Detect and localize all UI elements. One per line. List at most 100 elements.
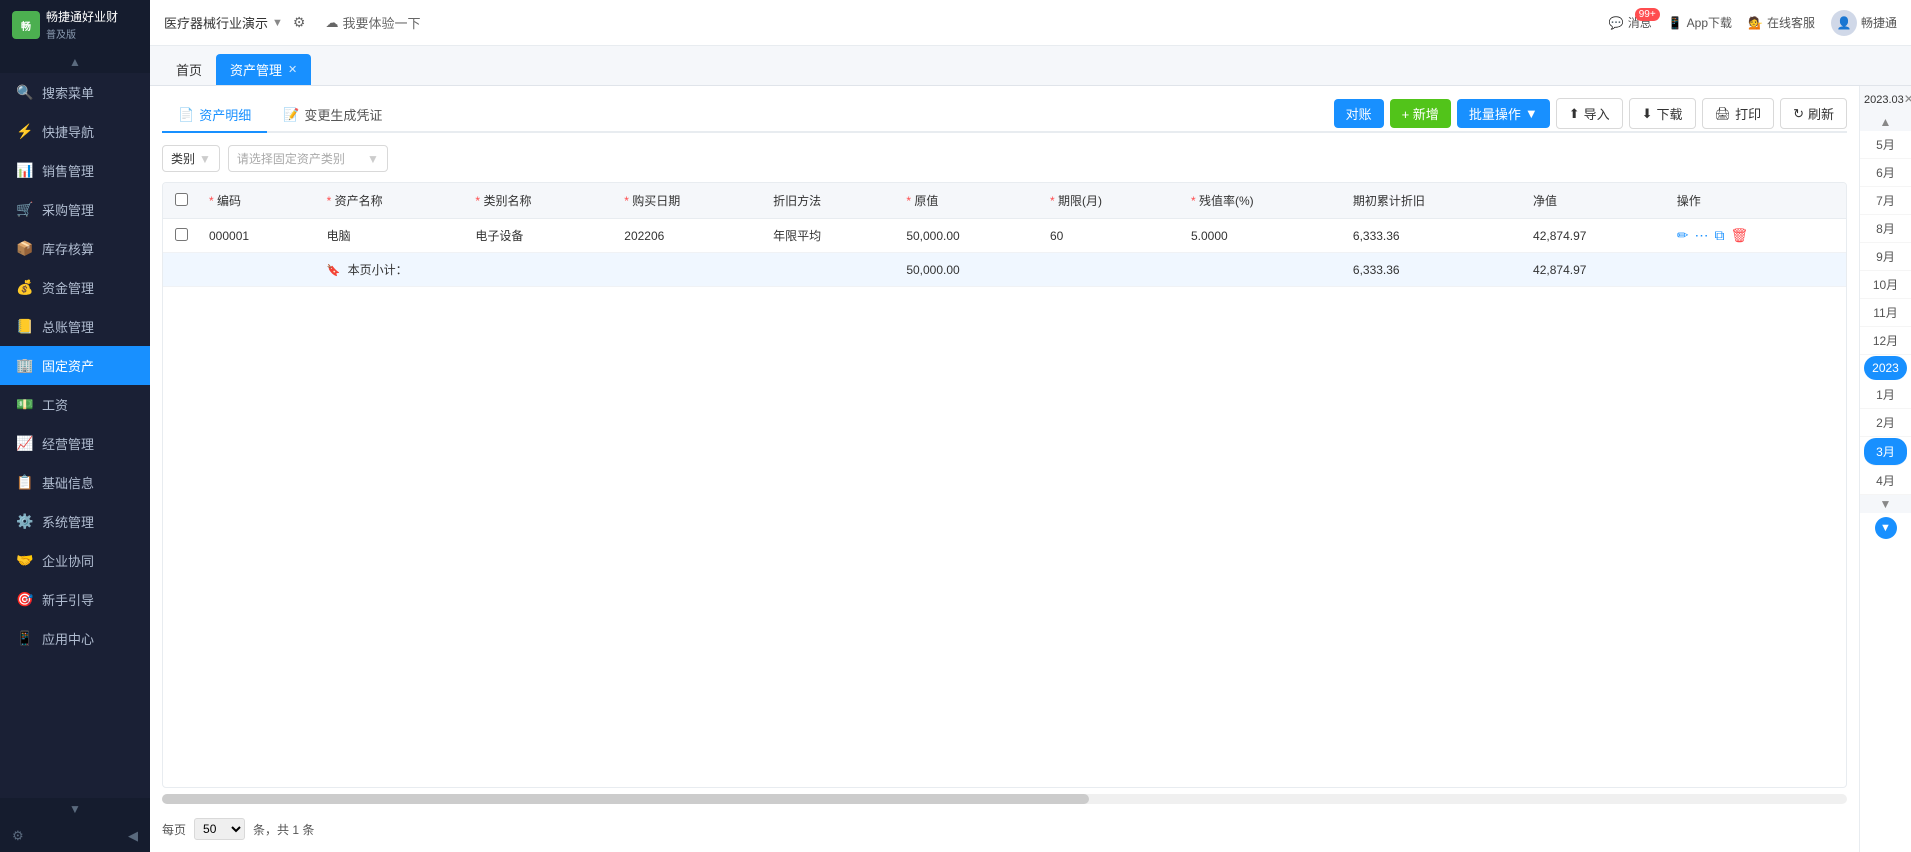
subtotal-ops-empty: [1667, 253, 1846, 287]
sidebar-item-purchase[interactable]: 🛒 采购管理: [0, 190, 150, 229]
app-label: App下载: [1687, 14, 1732, 31]
import-button[interactable]: ⬆ 导入: [1556, 98, 1623, 129]
sidebar-item-quick-nav[interactable]: ⚡ 快捷导航: [0, 112, 150, 151]
select-all-checkbox[interactable]: [175, 193, 188, 206]
th-category: 类别名称: [465, 183, 614, 219]
cal-month-1[interactable]: 1月: [1860, 381, 1911, 409]
sidebar-item-ops[interactable]: 📈 经营管理: [0, 424, 150, 463]
collapse-icon[interactable]: ◀: [128, 828, 138, 844]
tab-home[interactable]: 首页: [162, 54, 216, 85]
sidebar-item-search[interactable]: 🔍 搜索菜单: [0, 73, 150, 112]
per-page-select[interactable]: 50 10 20 100: [194, 818, 245, 840]
topbar-feedback[interactable]: ☁ 我要体验一下: [325, 13, 420, 32]
row-checkbox[interactable]: [175, 228, 188, 241]
scroll-down-btn[interactable]: ▼: [69, 802, 81, 816]
horizontal-scrollbar[interactable]: [162, 794, 1847, 804]
cal-month-11[interactable]: 11月: [1860, 299, 1911, 327]
settings-icon[interactable]: ⚙: [12, 828, 24, 844]
category-filter[interactable]: 类别 ▼: [162, 145, 220, 172]
search-icon: 🔍: [16, 84, 34, 101]
td-category: 电子设备: [465, 219, 614, 253]
sidebar-item-label: 搜索菜单: [42, 83, 94, 102]
import-icon: ⬆: [1569, 106, 1580, 122]
scroll-up-btn[interactable]: ▲: [69, 55, 81, 69]
topbar-company[interactable]: 医疗器械行业演示 ▼: [164, 13, 283, 32]
asset-table-container: 编码 资产名称 类别名称 购买日期 折旧方法 原值 期限(月) 残值率(%) 期…: [162, 182, 1847, 788]
th-purchase-date: 购买日期: [614, 183, 763, 219]
topbar-service[interactable]: 💁 在线客服: [1748, 14, 1815, 31]
topbar-user[interactable]: 👤 畅捷通: [1831, 10, 1897, 36]
sidebar-item-label: 企业协同: [42, 551, 94, 570]
download-button[interactable]: ⬇ 下载: [1629, 98, 1696, 129]
cal-close-icon[interactable]: ✕: [1904, 92, 1911, 107]
sidebar-item-label: 总账管理: [42, 317, 94, 336]
sidebar-logo: 畅 畅捷通好业财 普及版: [0, 0, 150, 51]
sidebar-item-inventory[interactable]: 📦 库存核算: [0, 229, 150, 268]
sidebar-item-sys[interactable]: ⚙️ 系统管理: [0, 502, 150, 541]
copy-icon[interactable]: ⧉: [1714, 227, 1724, 244]
topbar-gear-icon[interactable]: ⚙: [293, 14, 306, 31]
cal-next-icon[interactable]: ▼: [1880, 497, 1892, 511]
filter-left: 类别 ▼ 请选择固定资产类别 ▼: [162, 145, 388, 172]
cal-month-5[interactable]: 5月: [1860, 131, 1911, 159]
add-button[interactable]: + 新增: [1390, 99, 1451, 128]
sidebar-item-label: 销售管理: [42, 161, 94, 180]
main-area: 医疗器械行业演示 ▼ ⚙ ☁ 我要体验一下 💬 消息 99+ 📱 App下载 💁…: [150, 0, 1911, 852]
cal-month-8[interactable]: 8月: [1860, 215, 1911, 243]
sidebar-item-app-center[interactable]: 📱 应用中心: [0, 619, 150, 658]
delete-icon[interactable]: 🗑: [1730, 227, 1748, 244]
cal-month-6[interactable]: 6月: [1860, 159, 1911, 187]
cal-month-12[interactable]: 12月: [1860, 327, 1911, 355]
batch-ops-button[interactable]: 批量操作 ▼: [1457, 99, 1550, 128]
edit-icon[interactable]: ✏: [1677, 227, 1689, 244]
sidebar-item-basic-info[interactable]: 📋 基础信息: [0, 463, 150, 502]
cal-month-3-current[interactable]: 3月: [1864, 438, 1907, 466]
sidebar-item-label: 资金管理: [42, 278, 94, 297]
sales-icon: 📊: [16, 162, 34, 179]
fixed-assets-icon: 🏢: [16, 357, 34, 374]
purchase-icon: 🛒: [16, 201, 34, 218]
sub-tabs: 📄 资产明细 📝 变更生成凭证 对账 + 新增 批量操作 ▼: [162, 98, 1847, 133]
cal-prev-icon[interactable]: ▲: [1880, 115, 1892, 129]
tab-close-icon[interactable]: ✕: [288, 63, 297, 76]
sidebar-item-guide[interactable]: 🎯 新手引导: [0, 580, 150, 619]
more-icon[interactable]: ⋯: [1694, 227, 1708, 244]
sidebar-bottom: ⚙ ◀: [0, 820, 150, 852]
user-avatar: 👤: [1831, 10, 1857, 36]
cal-month-2[interactable]: 2月: [1860, 409, 1911, 437]
sidebar-item-label: 快捷导航: [42, 122, 94, 141]
sidebar-item-funds[interactable]: 💰 资金管理: [0, 268, 150, 307]
sidebar-item-fixed-assets[interactable]: 🏢 固定资产: [0, 346, 150, 385]
app-icon: 📱: [1668, 16, 1683, 30]
th-net-value: 净值: [1523, 183, 1667, 219]
sidebar-item-ledger[interactable]: 📒 总账管理: [0, 307, 150, 346]
sidebar-item-sales[interactable]: 📊 销售管理: [0, 151, 150, 190]
sub-tab-asset-detail[interactable]: 📄 资产明细: [162, 98, 267, 133]
tabbar: 首页 资产管理 ✕: [150, 46, 1911, 86]
cal-down-nav[interactable]: ▼: [1875, 517, 1897, 539]
td-code: 000001: [199, 219, 317, 253]
basic-info-icon: 📋: [16, 474, 34, 491]
sub-tab-change-voucher[interactable]: 📝 变更生成凭证: [267, 98, 398, 133]
cal-month-7[interactable]: 7月: [1860, 187, 1911, 215]
batch-ops-chevron-icon: ▼: [1525, 106, 1538, 121]
sidebar-item-collab[interactable]: 🤝 企业协同: [0, 541, 150, 580]
refresh-button[interactable]: ↻ 刷新: [1780, 98, 1847, 129]
subtotal-original-value: 50,000.00: [896, 253, 1040, 287]
reconcile-button[interactable]: 对账: [1334, 99, 1384, 128]
inventory-icon: 📦: [16, 240, 34, 257]
th-code: 编码: [199, 183, 317, 219]
cal-month-4[interactable]: 4月: [1860, 467, 1911, 495]
batch-ops-label: 批量操作: [1469, 104, 1521, 123]
table-row: 000001 电脑 电子设备 202206 年限平均 50,000.00 60 …: [163, 219, 1846, 253]
topbar-msg[interactable]: 💬 消息 99+: [1609, 14, 1652, 31]
tab-asset-mgmt[interactable]: 资产管理 ✕: [216, 54, 311, 85]
topbar-app-download[interactable]: 📱 App下载: [1668, 14, 1732, 31]
cal-year-block[interactable]: 2023: [1864, 356, 1907, 380]
company-dropdown-icon[interactable]: ▼: [272, 17, 283, 29]
sidebar-item-payroll[interactable]: 💵 工资: [0, 385, 150, 424]
cal-month-9[interactable]: 9月: [1860, 243, 1911, 271]
print-button[interactable]: 🖨 打印: [1702, 98, 1775, 129]
category-value-filter[interactable]: 请选择固定资产类别 ▼: [228, 145, 388, 172]
cal-month-10[interactable]: 10月: [1860, 271, 1911, 299]
